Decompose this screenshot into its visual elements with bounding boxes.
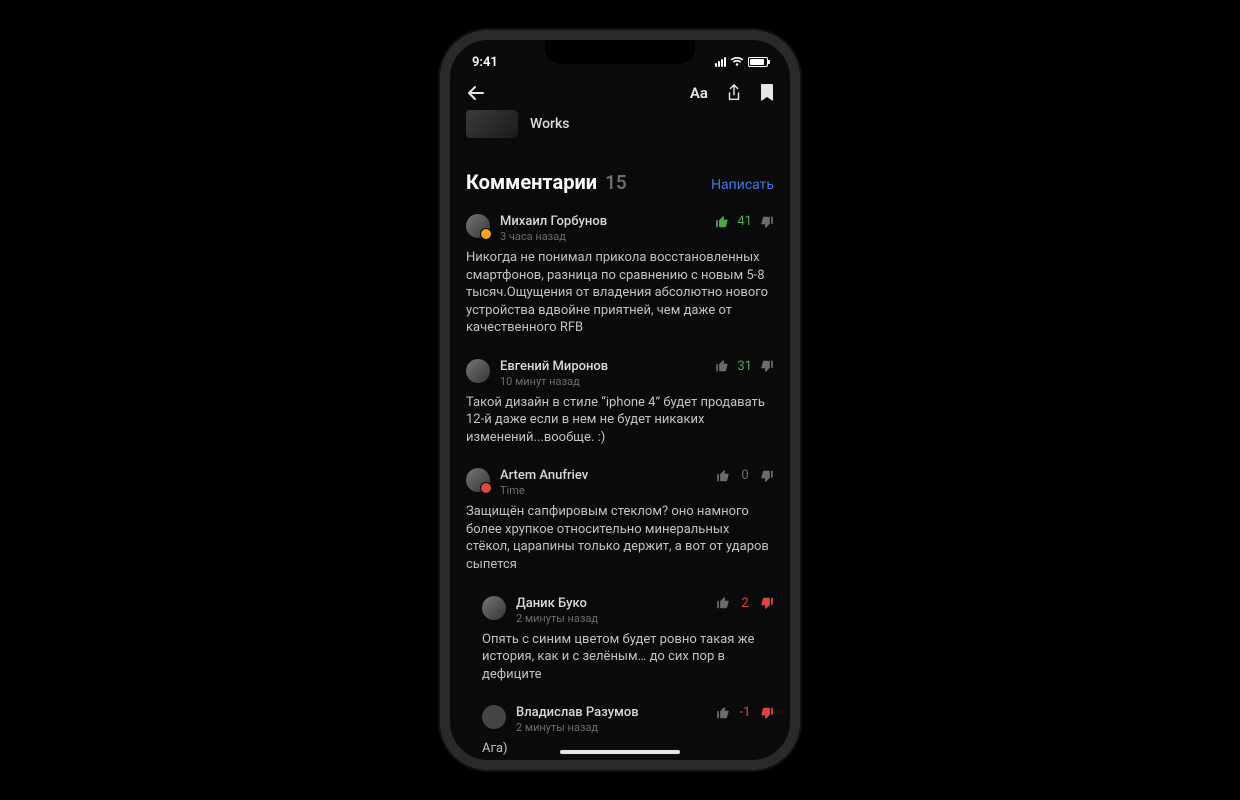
- article-subtitle: Works: [530, 116, 570, 132]
- comment-author[interactable]: Евгений Миронов: [500, 359, 705, 374]
- comment-author[interactable]: Даник Буко: [516, 596, 706, 611]
- comment-text: Такой дизайн в стиле “iphone 4” будет пр…: [466, 394, 774, 447]
- comment-author[interactable]: Владислав Разумов: [516, 705, 706, 720]
- vote-count: -1: [738, 705, 752, 720]
- comment-time: 2 минуты назад: [516, 612, 706, 625]
- comment-text: Никогда не понимал прикола восстановленн…: [466, 249, 774, 337]
- comments-title: Комментарии: [466, 170, 597, 194]
- back-icon[interactable]: [466, 85, 486, 101]
- comments-list[interactable]: Михаил Горбунов3 часа назад 41 Никогда не …: [450, 206, 790, 770]
- article-thumbnail: [466, 110, 518, 138]
- comment-item[interactable]: Евгений Миронов10 минут назад 31 Такой диз…: [466, 351, 774, 461]
- wifi-icon: [730, 57, 744, 67]
- comment-item[interactable]: Artem AnufrievTime 0 Защищён сапфировым ст…: [466, 460, 774, 587]
- avatar[interactable]: [466, 359, 490, 383]
- thumb-down-icon[interactable]: [760, 359, 774, 373]
- comment-item[interactable]: Даник Буко2 минуты назад 2 Опять с синим ц…: [466, 588, 774, 698]
- notch: [545, 40, 695, 64]
- comment-author[interactable]: Artem Anufriev: [500, 468, 706, 483]
- avatar[interactable]: [466, 468, 490, 492]
- thumb-up-icon[interactable]: [716, 596, 730, 610]
- comment-text: Защищён сапфировым стеклом? оно намного …: [466, 503, 774, 573]
- vote-count: 31: [737, 359, 752, 374]
- thumb-down-icon[interactable]: [760, 596, 774, 610]
- bookmark-icon[interactable]: [760, 84, 774, 102]
- home-indicator[interactable]: [560, 750, 680, 754]
- comment-item[interactable]: Михаил Горбунов3 часа назад 41 Никогда не …: [466, 206, 774, 351]
- status-indicators: [715, 57, 768, 67]
- thumb-up-icon[interactable]: [715, 215, 729, 229]
- comment-item[interactable]: Владислав Разумов2 минуты назад -1 Ага): [466, 697, 774, 770]
- avatar[interactable]: [466, 214, 490, 238]
- comment-time: 2 минуты назад: [516, 721, 706, 734]
- signal-icon: [715, 57, 726, 67]
- nav-bar: Aa: [450, 74, 790, 110]
- comment-text: Опять с синим цветом будет ровно такая ж…: [482, 631, 774, 684]
- text-size-button[interactable]: Aa: [690, 84, 708, 102]
- thumb-down-icon[interactable]: [760, 469, 774, 483]
- comment-author[interactable]: Михаил Горбунов: [500, 214, 705, 229]
- phone-frame: 9:41 Aa Works Комментарии 1: [440, 30, 800, 770]
- comment-time: 10 минут назад: [500, 375, 705, 388]
- comments-count: 15: [605, 171, 627, 194]
- thumb-up-icon[interactable]: [716, 469, 730, 483]
- comment-text: Ага): [482, 740, 774, 758]
- battery-icon: [748, 57, 768, 67]
- thumb-up-icon[interactable]: [715, 359, 729, 373]
- vote-count: 41: [737, 214, 752, 229]
- thumb-up-icon[interactable]: [716, 706, 730, 720]
- status-time: 9:41: [472, 55, 498, 70]
- thumb-down-icon[interactable]: [760, 215, 774, 229]
- avatar[interactable]: [482, 705, 506, 729]
- comment-time: Time: [500, 484, 706, 497]
- share-icon[interactable]: [726, 84, 742, 102]
- thumb-down-icon[interactable]: [760, 706, 774, 720]
- comments-header: Комментарии 15 Написать: [450, 146, 790, 206]
- avatar[interactable]: [482, 596, 506, 620]
- comment-time: 3 часа назад: [500, 230, 705, 243]
- vote-count: 0: [738, 468, 752, 483]
- vote-count: 2: [738, 596, 752, 611]
- write-comment-button[interactable]: Написать: [711, 177, 774, 193]
- article-header[interactable]: Works: [450, 110, 790, 146]
